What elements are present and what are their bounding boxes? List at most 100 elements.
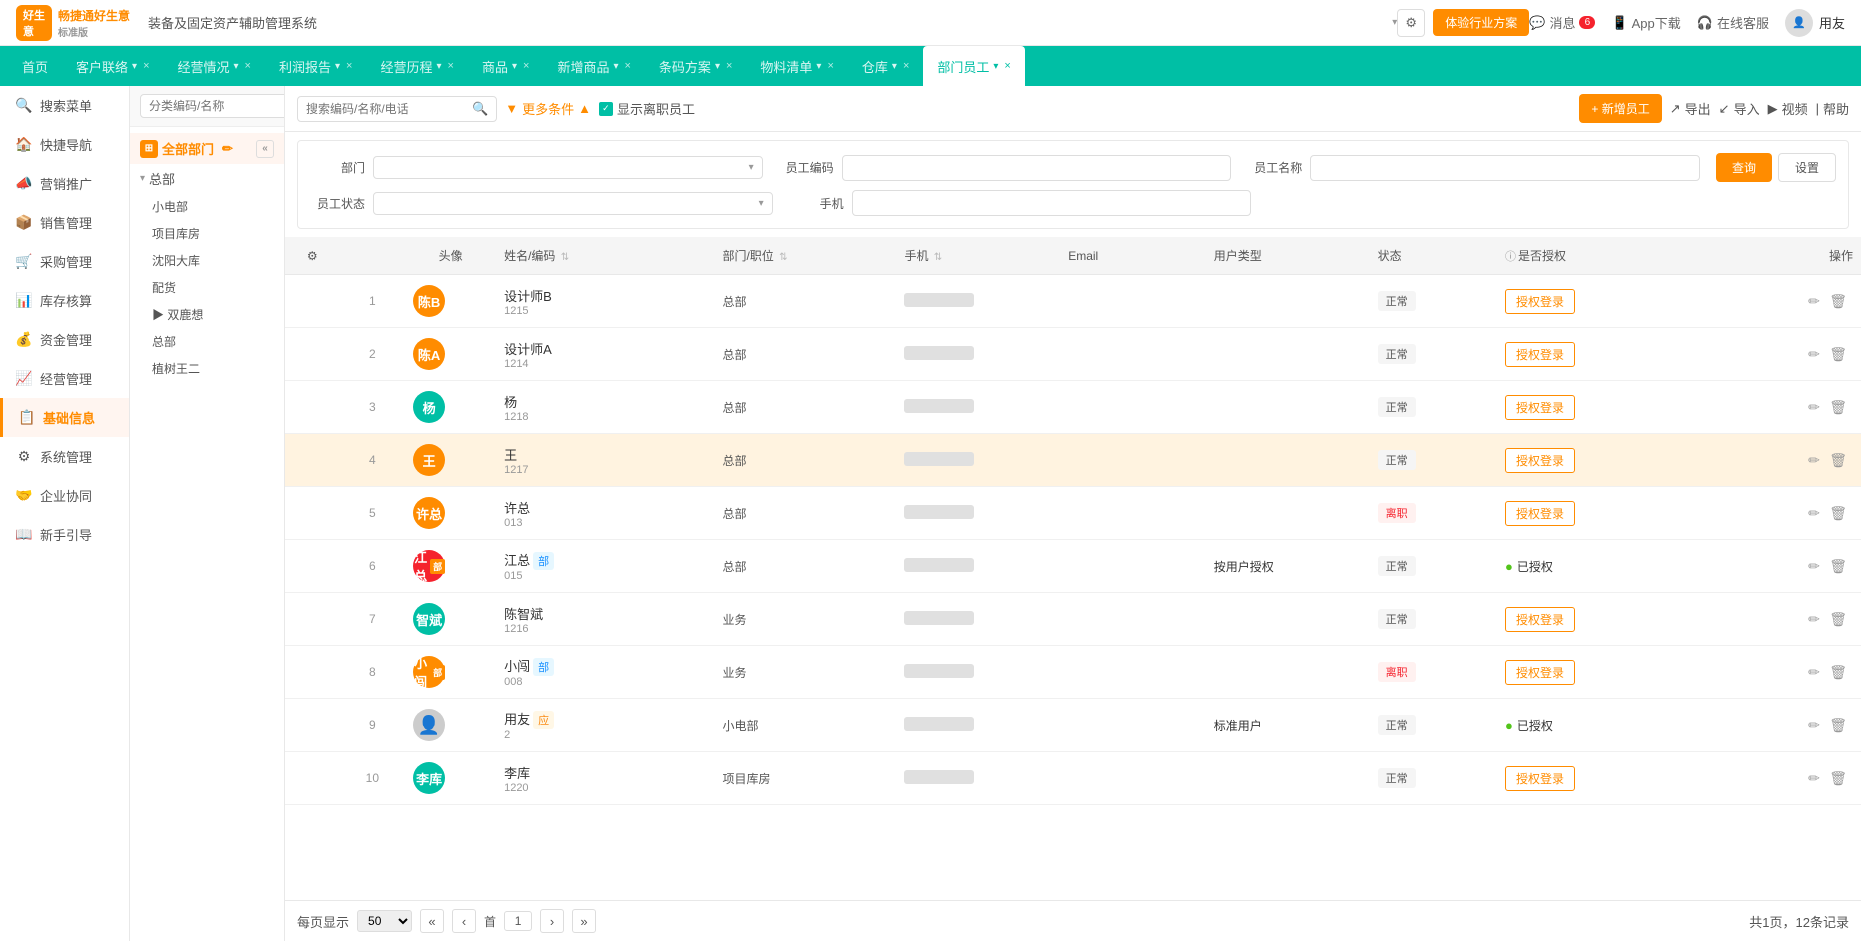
edit-btn[interactable]: ✏ [1808, 717, 1820, 733]
delete-btn[interactable]: 🗑 [1829, 664, 1847, 680]
sidebar-item-quick-nav[interactable]: 🏠 快捷导航 [0, 125, 129, 164]
dept-section-zongbu-header[interactable]: ▾ 总部 [130, 164, 284, 193]
dept-item-xiaodian[interactable]: 小电部 [130, 193, 284, 220]
edit-btn[interactable]: ✏ [1808, 505, 1820, 521]
delete-btn[interactable]: 🗑 [1829, 558, 1847, 574]
view-btn[interactable]: ▶ 视频 [1768, 99, 1808, 118]
export-btn[interactable]: ↗ 导出 [1670, 99, 1711, 118]
dept-item-zhishu[interactable]: 植树王二 [130, 355, 284, 382]
edit-btn[interactable]: ✏ [1808, 611, 1820, 627]
auth-login-btn[interactable]: 授权登录 [1505, 660, 1575, 685]
app-download-btn[interactable]: 📱 App下载 [1611, 13, 1680, 32]
edit-btn[interactable]: ✏ [1808, 770, 1820, 786]
filter-code-input[interactable] [842, 155, 1232, 181]
dept-item-project[interactable]: 项目库房 [130, 220, 284, 247]
delete-btn[interactable]: 🗑 [1829, 505, 1847, 521]
auth-login-btn[interactable]: 授权登录 [1505, 448, 1575, 473]
col-phone-header[interactable]: 手机 ⇅ [896, 237, 1060, 275]
search-input[interactable] [306, 102, 466, 116]
nav-tab-warehouse[interactable]: 仓库 ▾ × [848, 46, 923, 86]
settings-icon[interactable]: ⚙ [1397, 9, 1425, 37]
sidebar-item-purchase[interactable]: 🛒 采购管理 [0, 242, 129, 281]
sidebar-item-system[interactable]: ⚙ 系统管理 [0, 437, 129, 476]
auth-login-btn[interactable]: 授权登录 [1505, 501, 1575, 526]
auth-login-btn[interactable]: 授权登录 [1505, 766, 1575, 791]
user-area[interactable]: 👤 用友 [1785, 9, 1845, 37]
sidebar-item-inventory[interactable]: 📊 库存核算 [0, 281, 129, 320]
filter-name-input[interactable] [1310, 155, 1700, 181]
message-btn[interactable]: 💬 消息 6 [1529, 13, 1595, 32]
delete-btn[interactable]: 🗑 [1829, 770, 1847, 786]
delete-btn[interactable]: 🗑 [1829, 346, 1847, 362]
nav-tab-history[interactable]: 经营历程 ▾ × [366, 46, 467, 86]
query-btn[interactable]: 查询 [1716, 153, 1772, 182]
dept-item-zongbu[interactable]: 总部 [130, 328, 284, 355]
nav-tab-profit-close[interactable]: × [346, 60, 352, 72]
delete-btn[interactable]: 🗑 [1829, 452, 1847, 468]
dept-all-item[interactable]: ⊞ 全部部门 ✏ « [130, 133, 284, 164]
nav-tab-add-goods-close[interactable]: × [624, 60, 630, 72]
show-resigned-toggle[interactable]: ✓ 显示离职员工 [599, 99, 695, 118]
sidebar-item-enterprise[interactable]: 🤝 企业协同 [0, 476, 129, 515]
sidebar-item-sales[interactable]: 📦 销售管理 [0, 203, 129, 242]
sidebar-item-search[interactable]: 🔍 搜索菜单 [0, 86, 129, 125]
dept-search-input[interactable] [140, 94, 285, 118]
edit-btn[interactable]: ✏ [1808, 399, 1820, 415]
dept-item-peihuo[interactable]: 配货 [130, 274, 284, 301]
nav-tab-employee-close[interactable]: × [1004, 60, 1010, 72]
prev-page-btn[interactable]: ‹ [452, 909, 476, 933]
col-name-header[interactable]: 姓名/编码 ⇅ [496, 237, 714, 275]
nav-tab-goods[interactable]: 商品 ▾ × [468, 46, 543, 86]
help-btn[interactable]: | 帮助 [1816, 99, 1849, 118]
nav-tab-home[interactable]: 首页 [8, 46, 62, 86]
sidebar-item-operations[interactable]: 📈 经营管理 [0, 359, 129, 398]
col-settings-header[interactable]: ⚙ [285, 237, 340, 275]
delete-btn[interactable]: 🗑 [1829, 611, 1847, 627]
last-page-btn[interactable]: » [572, 909, 596, 933]
sidebar-item-marketing[interactable]: 📣 营销推广 [0, 164, 129, 203]
more-filters-btn[interactable]: ▼ 更多条件 ▲ [505, 99, 591, 118]
nav-tab-operations[interactable]: 经营情况 ▾ × [164, 46, 265, 86]
next-page-btn[interactable]: › [540, 909, 564, 933]
search-btn-icon[interactable]: 🔍 [472, 101, 488, 117]
edit-btn[interactable]: ✏ [1808, 293, 1820, 309]
sidebar-item-guide[interactable]: 📖 新手引导 [0, 515, 129, 554]
edit-btn[interactable]: ✏ [1808, 346, 1820, 362]
delete-btn[interactable]: 🗑 [1829, 717, 1847, 733]
page-size-select[interactable]: 50 20 100 [357, 910, 412, 932]
first-page-btn[interactable]: « [420, 909, 444, 933]
nav-tab-bom[interactable]: 物料清单 ▾ × [746, 46, 847, 86]
delete-btn[interactable]: 🗑 [1829, 293, 1847, 309]
auth-login-btn[interactable]: 授权登录 [1505, 289, 1575, 314]
nav-tab-barcode-close[interactable]: × [726, 60, 732, 72]
nav-tab-profit[interactable]: 利润报告 ▾ × [265, 46, 366, 86]
add-employee-btn[interactable]: + 新增员工 [1579, 94, 1661, 123]
filter-status-select[interactable]: ▾ [373, 192, 773, 215]
nav-tab-goods-close[interactable]: × [523, 60, 529, 72]
auth-login-btn[interactable]: 授权登录 [1505, 607, 1575, 632]
delete-btn[interactable]: 🗑 [1829, 399, 1847, 415]
nav-tab-employee[interactable]: 部门员工 ▾ × [923, 46, 1024, 86]
online-service-btn[interactable]: 🎧 在线客服 [1697, 13, 1769, 32]
nav-tab-barcode[interactable]: 条码方案 ▾ × [645, 46, 746, 86]
nav-tab-warehouse-close[interactable]: × [903, 60, 909, 72]
filter-phone-input[interactable] [852, 190, 1252, 216]
dept-item-shuanglu[interactable]: ▶ 双鹿想 [130, 301, 284, 328]
dept-collapse-btn[interactable]: « [256, 140, 274, 158]
sidebar-item-basic[interactable]: 📋 基础信息 [0, 398, 129, 437]
auth-login-btn[interactable]: 授权登录 [1505, 395, 1575, 420]
edit-btn[interactable]: ✏ [1808, 452, 1820, 468]
sidebar-item-finance[interactable]: 💰 资金管理 [0, 320, 129, 359]
current-page[interactable]: 1 [504, 911, 532, 931]
dept-item-shenyang[interactable]: 沈阳大库 [130, 247, 284, 274]
edit-btn[interactable]: ✏ [1808, 558, 1820, 574]
nav-tab-bom-close[interactable]: × [827, 60, 833, 72]
trial-button[interactable]: 体验行业方案 [1433, 9, 1529, 36]
auth-login-btn[interactable]: 授权登录 [1505, 342, 1575, 367]
nav-tab-customer[interactable]: 客户联络 ▾ × [62, 46, 163, 86]
search-input-wrap[interactable]: 🔍 [297, 96, 497, 122]
dept-edit-icon[interactable]: ✏ [222, 141, 233, 157]
col-dept-header[interactable]: 部门/职位 ⇅ [714, 237, 896, 275]
import-btn[interactable]: ↙ 导入 [1719, 99, 1760, 118]
nav-tab-operations-close[interactable]: × [245, 60, 251, 72]
